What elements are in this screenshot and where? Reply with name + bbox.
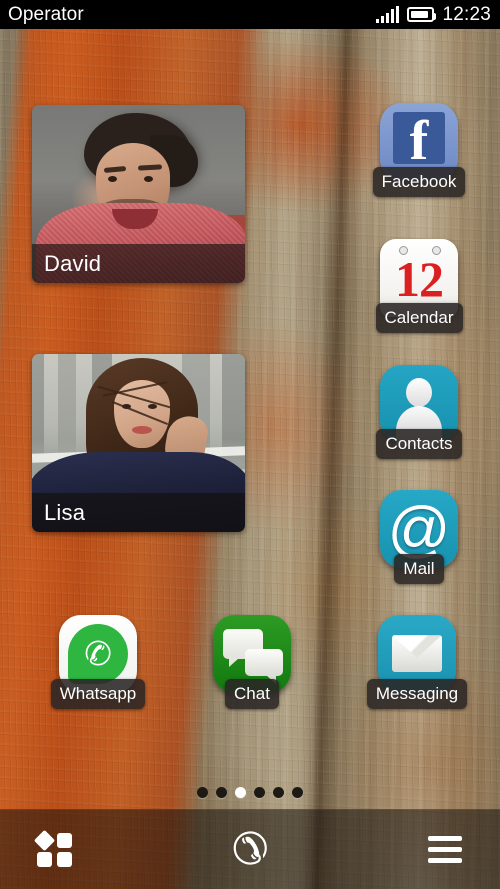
app-label-messaging: Messaging [366, 679, 468, 709]
phone-handset-icon: ✆ [229, 822, 271, 876]
app-label-calendar: Calendar [375, 303, 463, 333]
page-dot[interactable] [216, 787, 227, 798]
hamburger-menu-icon [428, 836, 462, 863]
app-calendar[interactable]: 12 Calendar [367, 239, 471, 333]
app-contacts[interactable]: Contacts [367, 365, 471, 459]
app-mail[interactable]: @ Mail [367, 490, 471, 584]
page-dot[interactable] [197, 787, 208, 798]
page-indicator[interactable] [0, 787, 500, 798]
phone-handset-glyph: ✆ [81, 633, 115, 674]
operator-label: Operator [8, 3, 84, 25]
bottom-toolbar: ✆ [0, 809, 500, 889]
home-screen: Operator 12:23 David Lisa f Facebook 12 … [0, 0, 500, 889]
app-facebook[interactable]: f Facebook [367, 103, 471, 197]
status-bar: Operator 12:23 [0, 0, 500, 29]
app-label-facebook: Facebook [372, 167, 466, 197]
app-messaging[interactable]: Messaging [365, 615, 469, 709]
menu-button[interactable] [390, 810, 500, 889]
contact-widget-lisa[interactable]: Lisa [32, 354, 245, 532]
app-grid-icon [33, 829, 73, 867]
status-indicators: 12:23 [376, 4, 491, 26]
page-dot[interactable] [292, 787, 303, 798]
call-button[interactable]: ✆ [110, 810, 390, 889]
contact-widget-david[interactable]: David [32, 105, 245, 283]
app-label-chat: Chat [225, 679, 279, 709]
app-chat[interactable]: Chat [200, 615, 304, 709]
app-label-contacts: Contacts [376, 429, 462, 459]
app-label-mail: Mail [394, 554, 444, 584]
facebook-f-glyph: f [409, 110, 429, 172]
page-dot-active[interactable] [235, 787, 246, 798]
contact-name-label: David [32, 244, 245, 283]
battery-icon [407, 7, 437, 22]
calendar-day-number: 12 [395, 251, 444, 307]
contact-name-label: Lisa [32, 493, 245, 532]
signal-bars-icon [376, 6, 400, 23]
page-dot[interactable] [273, 787, 284, 798]
app-grid-button[interactable] [0, 810, 110, 889]
app-whatsapp[interactable]: ✆ Whatsapp [46, 615, 150, 709]
page-dot[interactable] [254, 787, 265, 798]
app-label-whatsapp: Whatsapp [50, 679, 146, 709]
clock-label: 12:23 [442, 3, 491, 25]
